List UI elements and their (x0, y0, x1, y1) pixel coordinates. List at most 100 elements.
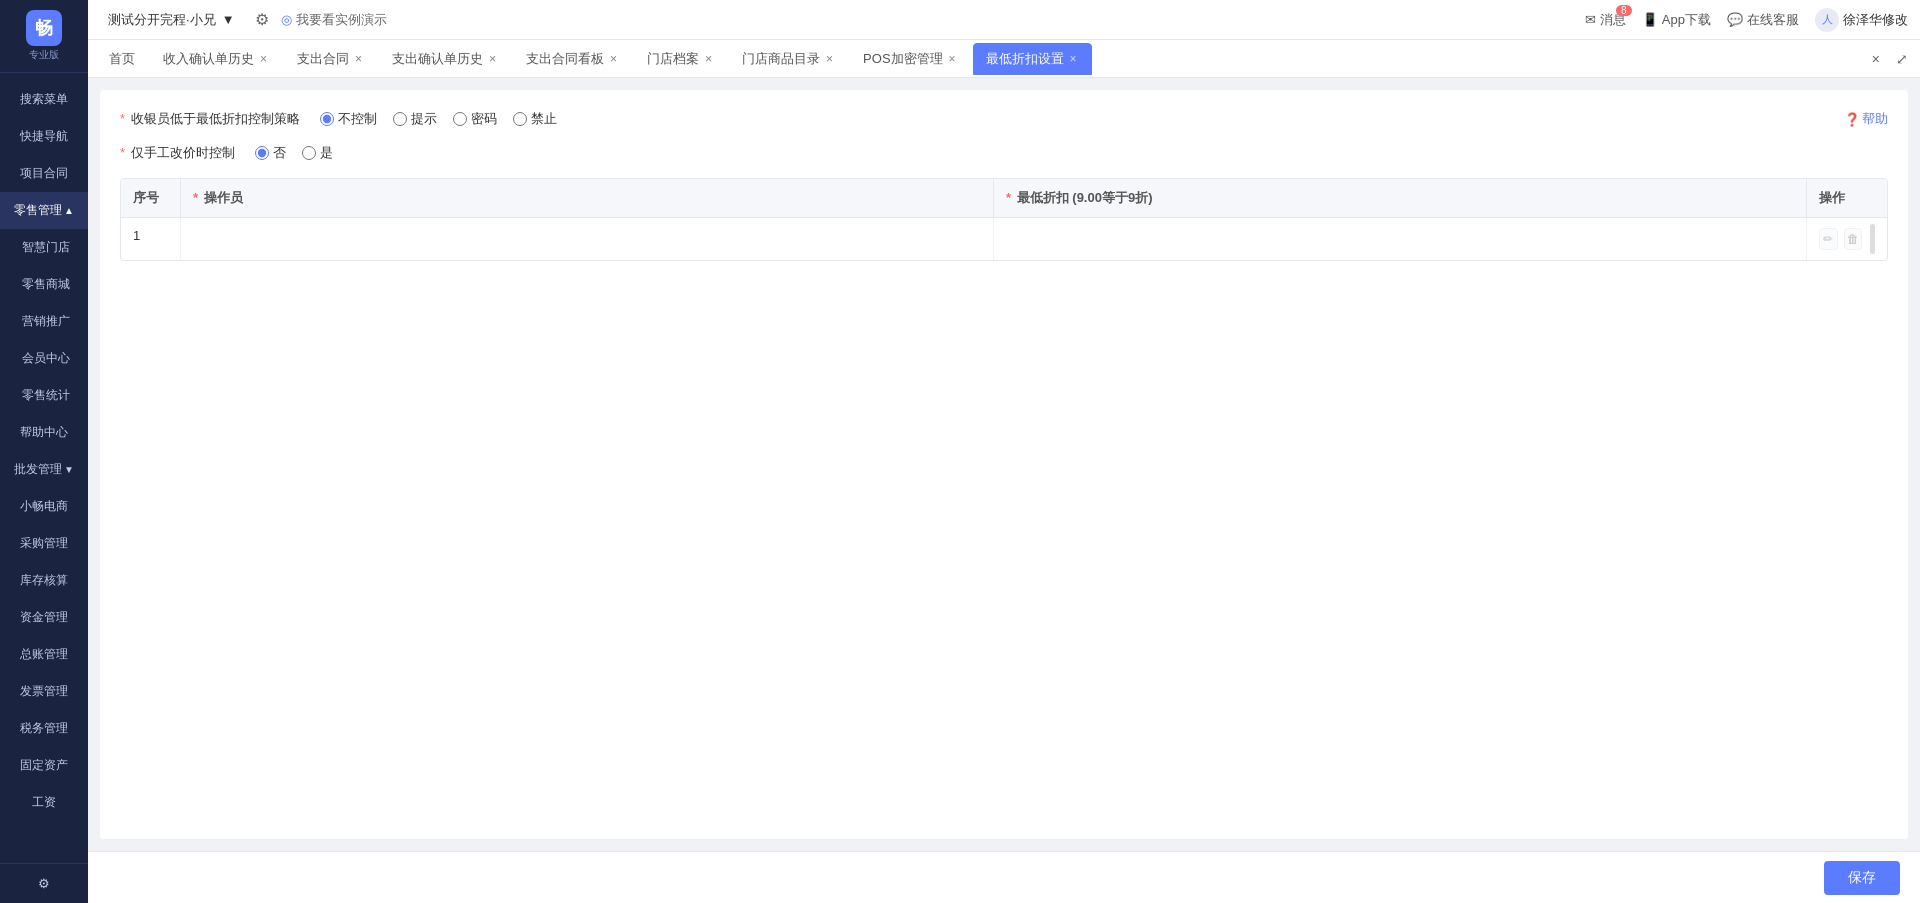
sidebar-item-marketing[interactable]: 营销推广 (0, 303, 88, 340)
table-row: 1 ✏ 🗑 (121, 218, 1887, 260)
sidebar: 畅 专业版 搜索菜单 快捷导航 项目合同 零售管理 ▲ 智慧门店 零售商城 营销… (0, 0, 88, 903)
tab-home-label: 首页 (109, 50, 135, 68)
sidebar-item-inventory[interactable]: 库存核算 (0, 562, 88, 599)
close-icon[interactable]: × (258, 52, 269, 66)
scrollbar-indicator (1870, 224, 1875, 254)
delete-icon: 🗑 (1847, 232, 1859, 246)
manual-control-label: * 仅手工改价时控制 (120, 144, 235, 162)
user-name: 徐泽华修改 (1843, 11, 1908, 29)
cell-operator[interactable] (181, 218, 994, 260)
tab-label: 门店档案 (647, 50, 699, 68)
topbar-right: ✉ 消息 8 📱 App下载 💬 在线客服 人 徐泽华修改 (1585, 8, 1908, 32)
avatar: 人 (1815, 8, 1839, 32)
help-link[interactable]: ❓ 帮助 (1844, 110, 1888, 128)
sidebar-item-retail[interactable]: 零售管理 ▲ (0, 192, 88, 229)
project-selector[interactable]: 测试分开完程·小兄 ▼ (100, 7, 243, 33)
tabbar-actions: × ⤢ (1868, 49, 1912, 69)
manual-control-row: * 仅手工改价时控制 否 是 (120, 144, 1888, 162)
discount-table: 序号 * 操作员 * 最低折扣 (9.00等于9折) 操作 1 (120, 178, 1888, 261)
cell-min-discount[interactable] (994, 218, 1807, 260)
content-card: * 收银员低于最低折扣控制策略 不控制 提示 密码 (100, 90, 1908, 839)
download-icon: 📱 (1642, 12, 1658, 27)
tab-payment-contract-board[interactable]: 支出合同看板 × (513, 43, 632, 75)
close-icon[interactable]: × (1068, 52, 1079, 66)
message-icon: ✉ (1585, 12, 1596, 27)
sidebar-item-help[interactable]: 帮助中心 (0, 414, 88, 451)
main-area: 测试分开完程·小兄 ▼ ⚙ ◎ 我要看实例演示 ✉ 消息 8 📱 App下载 💬… (88, 0, 1920, 903)
col-seq: 序号 (121, 179, 181, 217)
demo-label: 我要看实例演示 (296, 11, 387, 29)
sidebar-item-salary[interactable]: 工资 (0, 784, 88, 821)
sidebar-item-wholesale[interactable]: 批发管理 ▼ (0, 451, 88, 488)
sidebar-item-online-store[interactable]: 零售商城 (0, 266, 88, 303)
maximize-tab-button[interactable]: ⤢ (1892, 49, 1912, 69)
message-action[interactable]: ✉ 消息 8 (1585, 11, 1626, 29)
tab-payment-contract[interactable]: 支出合同 × (284, 43, 377, 75)
tab-home[interactable]: 首页 (96, 43, 148, 75)
edit-icon: ✏ (1823, 232, 1833, 246)
sidebar-item-member[interactable]: 会员中心 (0, 340, 88, 377)
sidebar-item-finance[interactable]: 资金管理 (0, 599, 88, 636)
question-icon: ❓ (1844, 112, 1860, 127)
edit-row-button[interactable]: ✏ (1819, 228, 1838, 250)
tab-label: 支出合同看板 (526, 50, 604, 68)
tab-store-product[interactable]: 门店商品目录 × (729, 43, 848, 75)
tab-income-history[interactable]: 收入确认单历史 × (150, 43, 282, 75)
sidebar-item-project[interactable]: 项目合同 (0, 155, 88, 192)
sidebar-menu: 搜索菜单 快捷导航 项目合同 零售管理 ▲ 智慧门店 零售商城 营销推广 会员中… (0, 73, 88, 863)
sidebar-item-retail-stats[interactable]: 零售统计 (0, 377, 88, 414)
app-download-action[interactable]: 📱 App下载 (1642, 11, 1711, 29)
tab-label: 门店商品目录 (742, 50, 820, 68)
col-actions: 操作 (1807, 179, 1887, 217)
chevron-down-icon: ▼ (64, 464, 74, 475)
radio-ban[interactable]: 禁止 (513, 110, 557, 128)
project-name: 测试分开完程·小兄 (108, 11, 216, 29)
sidebar-item-search[interactable]: 搜索菜单 (0, 81, 88, 118)
sidebar-item-ledger[interactable]: 总账管理 (0, 636, 88, 673)
sidebar-item-assets[interactable]: 固定资产 (0, 747, 88, 784)
chevron-up-icon: ▲ (64, 205, 74, 216)
sidebar-item-smart-store[interactable]: 智慧门店 (0, 229, 88, 266)
close-icon[interactable]: × (353, 52, 364, 66)
tab-min-discount[interactable]: 最低折扣设置 × (973, 43, 1092, 75)
sidebar-item-ecommerce[interactable]: 小畅电商 (0, 488, 88, 525)
tab-pos-password[interactable]: POS加密管理 × (850, 43, 970, 75)
sidebar-logo: 畅 专业版 (0, 0, 88, 73)
table-body: 1 ✏ 🗑 (121, 218, 1887, 260)
demo-link[interactable]: ◎ 我要看实例演示 (281, 11, 387, 29)
manual-control-options: 否 是 (255, 144, 333, 162)
close-icon[interactable]: × (947, 52, 958, 66)
close-icon[interactable]: × (703, 52, 714, 66)
sidebar-item-shortcut[interactable]: 快捷导航 (0, 118, 88, 155)
online-support-action[interactable]: 💬 在线客服 (1727, 11, 1799, 29)
col-operator: * 操作员 (181, 179, 994, 217)
user-profile[interactable]: 人 徐泽华修改 (1815, 8, 1908, 32)
message-badge: 8 (1616, 5, 1632, 16)
tab-payment-confirm-history[interactable]: 支出确认单历史 × (379, 43, 511, 75)
support-icon: 💬 (1727, 12, 1743, 27)
delete-row-button[interactable]: 🗑 (1844, 228, 1863, 250)
app-download-label: App下载 (1662, 11, 1711, 29)
tabbar: 首页 收入确认单历史 × 支出合同 × 支出确认单历史 × 支出合同看板 × 门… (88, 40, 1920, 78)
radio-manual-no[interactable]: 否 (255, 144, 286, 162)
sidebar-item-invoice[interactable]: 发票管理 (0, 673, 88, 710)
radio-reminder[interactable]: 提示 (393, 110, 437, 128)
sidebar-item-tax[interactable]: 税务管理 (0, 710, 88, 747)
tab-label: 支出合同 (297, 50, 349, 68)
tab-store-profile[interactable]: 门店档案 × (634, 43, 727, 75)
sidebar-item-purchase[interactable]: 采购管理 (0, 525, 88, 562)
logo-icon: 畅 (26, 10, 62, 46)
radio-manual-yes[interactable]: 是 (302, 144, 333, 162)
discount-policy-label: * 收银员低于最低折扣控制策略 (120, 110, 300, 128)
save-button[interactable]: 保存 (1824, 861, 1900, 895)
topbar-settings-icon[interactable]: ⚙ (255, 10, 269, 29)
close-tab-button[interactable]: × (1868, 49, 1884, 69)
close-icon[interactable]: × (608, 52, 619, 66)
sidebar-settings[interactable]: ⚙ (0, 863, 88, 903)
online-support-label: 在线客服 (1747, 11, 1799, 29)
radio-no-control[interactable]: 不控制 (320, 110, 377, 128)
radio-password[interactable]: 密码 (453, 110, 497, 128)
close-icon[interactable]: × (824, 52, 835, 66)
tab-label: 支出确认单历史 (392, 50, 483, 68)
close-icon[interactable]: × (487, 52, 498, 66)
